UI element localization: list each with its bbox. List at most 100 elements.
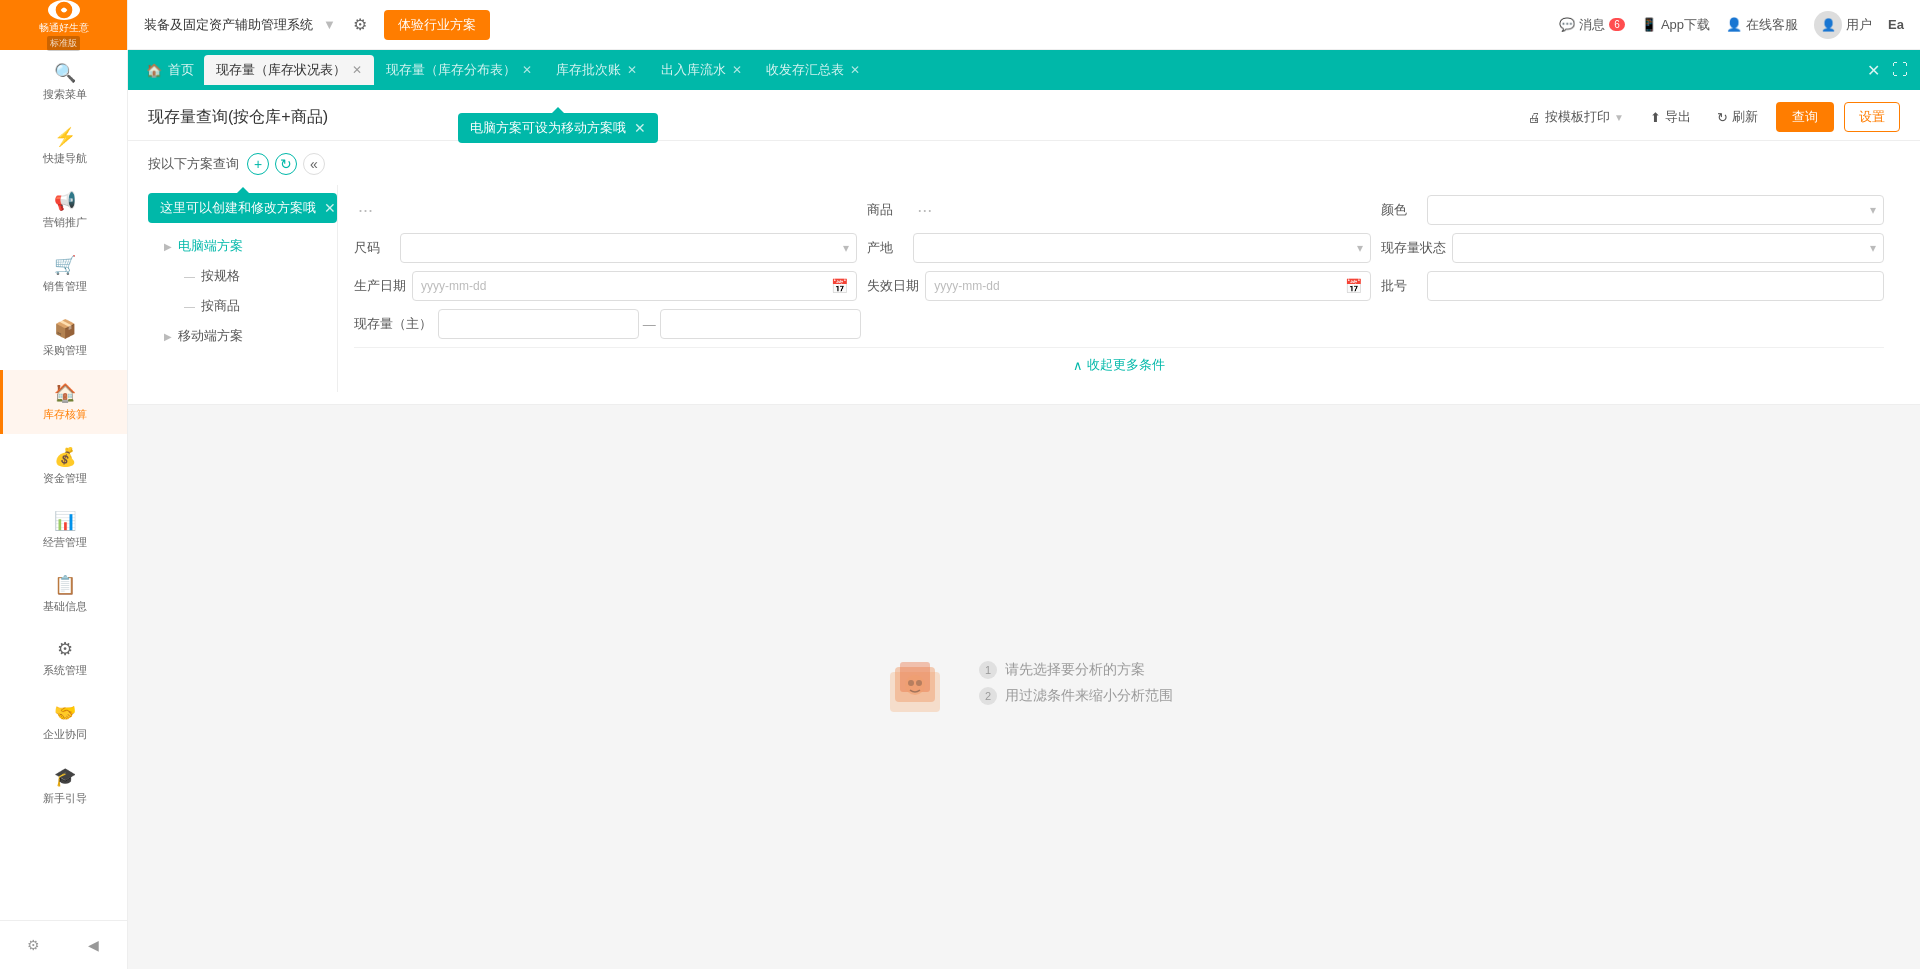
marketing-icon: 📢 [54,190,76,212]
industry-btn[interactable]: 体验行业方案 [384,10,490,40]
tabs-close-all-btn[interactable]: ✕ [1863,57,1884,84]
empty-tip-1: 1 请先选择要分析的方案 [979,661,1173,679]
left-scheme-panel: 这里可以创建和修改方案哦 ✕ ▶ 电脑端方案 — 按规格 — [148,185,338,392]
notice-btn[interactable]: 💬 消息 6 [1559,16,1625,34]
tooltip-create-scheme-close[interactable]: ✕ [324,200,336,216]
phone-icon: 📱 [1641,17,1657,32]
sidebar-item-sales[interactable]: 🛒 销售管理 [0,242,127,306]
filter-row-3: 生产日期 yyyy-mm-dd 📅 失效日期 yyyy-mm-dd 📅 [354,271,1884,301]
online-service-btn[interactable]: 👤 在线客服 [1726,16,1798,34]
sidebar-item-guide[interactable]: 🎓 新手引导 [0,754,127,818]
tab-batch-account-close[interactable]: ✕ [627,64,637,76]
home-icon: 🏠 [146,63,162,78]
app-download-btn[interactable]: 📱 App下载 [1641,16,1710,34]
app-logo: 畅通好生意 标准版 [0,0,127,50]
search-icon: 🔍 [54,62,76,84]
refresh-scheme-btn[interactable]: ↻ [275,153,297,175]
settings-filter-btn[interactable]: 设置 [1844,102,1900,132]
sidebar-item-search[interactable]: 🔍 搜索菜单 [0,50,127,114]
print-arrow: ▼ [1614,112,1624,123]
color-select[interactable] [1427,195,1884,225]
scheme-mobile[interactable]: ▶ 移动端方案 [148,321,337,351]
tab-home-label: 首页 [168,61,194,79]
tab-inventory-dist[interactable]: 现存量（库存分布表） ✕ [374,55,544,85]
batch-input[interactable] [1427,271,1884,301]
sidebar-item-enterprise[interactable]: 🤝 企业协同 [0,690,127,754]
chevron-right-icon-mobile: ▶ [164,331,172,342]
filter-field-batch: 批号 [1381,271,1884,301]
app-name: 畅通好生意 [39,22,89,34]
tab-inventory-dist-close[interactable]: ✕ [522,64,532,76]
filter-area: 按以下方案查询 + ↻ « 电脑方案可设为移动方案哦 ✕ 这 [128,141,1920,405]
prev-scheme-btn[interactable]: « [303,153,325,175]
collapse-sidebar-btn[interactable]: ◀ [79,931,107,959]
topbar-settings-btn[interactable]: ⚙ [346,11,374,39]
sidebar-item-quicknav[interactable]: ⚡ 快捷导航 [0,114,127,178]
tab-inventory-status[interactable]: 现存量（库存状况表） ✕ [204,55,374,85]
add-scheme-btn[interactable]: + [247,153,269,175]
query-btn[interactable]: 查询 [1776,102,1834,132]
topbar-left: 装备及固定资产辅助管理系统 ▼ ⚙ 体验行业方案 [144,10,490,40]
tooltip-scheme-close[interactable]: ✕ [634,120,646,136]
origin-select[interactable] [913,233,1370,263]
expire-date-input[interactable]: yyyy-mm-dd 📅 [925,271,1370,301]
tab-inout-flow-close[interactable]: ✕ [732,64,742,76]
tooltip-create-scheme-text: 这里可以创建和修改方案哦 [160,199,316,217]
scheme-desktop[interactable]: ▶ 电脑端方案 [148,231,337,261]
user-label: 用户 [1846,16,1872,34]
stock-status-select[interactable] [1452,233,1884,263]
sidebar-item-base[interactable]: 📋 基础信息 [0,562,127,626]
base-icon: 📋 [54,574,76,596]
filter-header-actions: + ↻ « [247,153,325,175]
size-select[interactable] [400,233,857,263]
enterprise-icon: 🤝 [54,702,76,724]
refresh-btn[interactable]: ↻ 刷新 [1709,103,1766,131]
stock-main-from[interactable] [438,309,639,339]
filter-field-stock-status: 现存量状态 ▾ [1381,233,1884,263]
scheme-desktop-sub1[interactable]: — 按规格 [176,261,337,291]
empty-text-container: 1 请先选择要分析的方案 2 用过滤条件来缩小分析范围 [979,661,1173,713]
scheme-desktop-sub2[interactable]: — 按商品 [176,291,337,321]
sidebar-item-label-operations: 经营管理 [43,535,87,550]
tab-inout-flow[interactable]: 出入库流水 ✕ [649,55,754,85]
sidebar-item-operations[interactable]: 📊 经营管理 [0,498,127,562]
page-header: 现存量查询(按仓库+商品) 🖨 按模板打印 ▼ ⬆ 导出 ↻ 刷新 查询 设置 [128,90,1920,141]
sub-icon1: — [184,270,195,282]
main-content: 装备及固定资产辅助管理系统 ▼ ⚙ 体验行业方案 💬 消息 6 📱 App下载 … [128,0,1920,969]
sidebar-item-inventory[interactable]: 🏠 库存核算 [0,370,127,434]
tab-home[interactable]: 🏠 首页 [136,55,204,85]
tab-recv-summary-close[interactable]: ✕ [850,64,860,76]
export-btn[interactable]: ⬆ 导出 [1642,103,1699,131]
notice-label: 消息 [1579,16,1605,34]
sub-icon2: — [184,300,195,312]
sidebar-item-marketing[interactable]: 📢 营销推广 [0,178,127,242]
sidebar-item-finance[interactable]: 💰 资金管理 [0,434,127,498]
svg-point-5 [908,680,914,686]
tabs-bar: 🏠 首页 现存量（库存状况表） ✕ 现存量（库存分布表） ✕ 库存批次账 ✕ 出… [128,50,1920,90]
product-dots[interactable]: ··· [913,201,936,219]
tabs-fullscreen-btn[interactable]: ⛶ [1888,57,1912,83]
warehouse-dots[interactable]: ··· [354,201,377,219]
empty-state-content: 1 请先选择要分析的方案 2 用过滤条件来缩小分析范围 [875,647,1173,727]
user-btn[interactable]: 👤 用户 [1814,11,1872,39]
stock-main-to[interactable] [660,309,861,339]
sales-icon: 🛒 [54,254,76,276]
topbar: 装备及固定资产辅助管理系统 ▼ ⚙ 体验行业方案 💬 消息 6 📱 App下载 … [128,0,1920,50]
collapse-bar[interactable]: ∧ 收起更多条件 [354,347,1884,382]
sidebar-item-system[interactable]: ⚙ 系统管理 [0,626,127,690]
empty-num-1: 1 [979,661,997,679]
filter-right: ··· 商品 ··· 颜色 [338,185,1900,392]
sidebar-item-label-purchase: 采购管理 [43,343,87,358]
tab-inventory-status-close[interactable]: ✕ [352,64,362,76]
prod-date-calendar-icon: 📅 [831,278,848,294]
tab-batch-account[interactable]: 库存批次账 ✕ [544,55,649,85]
filter-field-size: 尺码 ▾ [354,233,857,263]
print-btn[interactable]: 🖨 按模板打印 ▼ [1520,103,1632,131]
scheme-mobile-label: 移动端方案 [178,327,243,345]
stock-main-range: — [438,309,861,339]
sidebar-item-purchase[interactable]: 📦 采购管理 [0,306,127,370]
settings-bottom-btn[interactable]: ⚙ [20,931,48,959]
svg-point-6 [916,680,922,686]
prod-date-input[interactable]: yyyy-mm-dd 📅 [412,271,857,301]
tab-recv-summary[interactable]: 收发存汇总表 ✕ [754,55,872,85]
